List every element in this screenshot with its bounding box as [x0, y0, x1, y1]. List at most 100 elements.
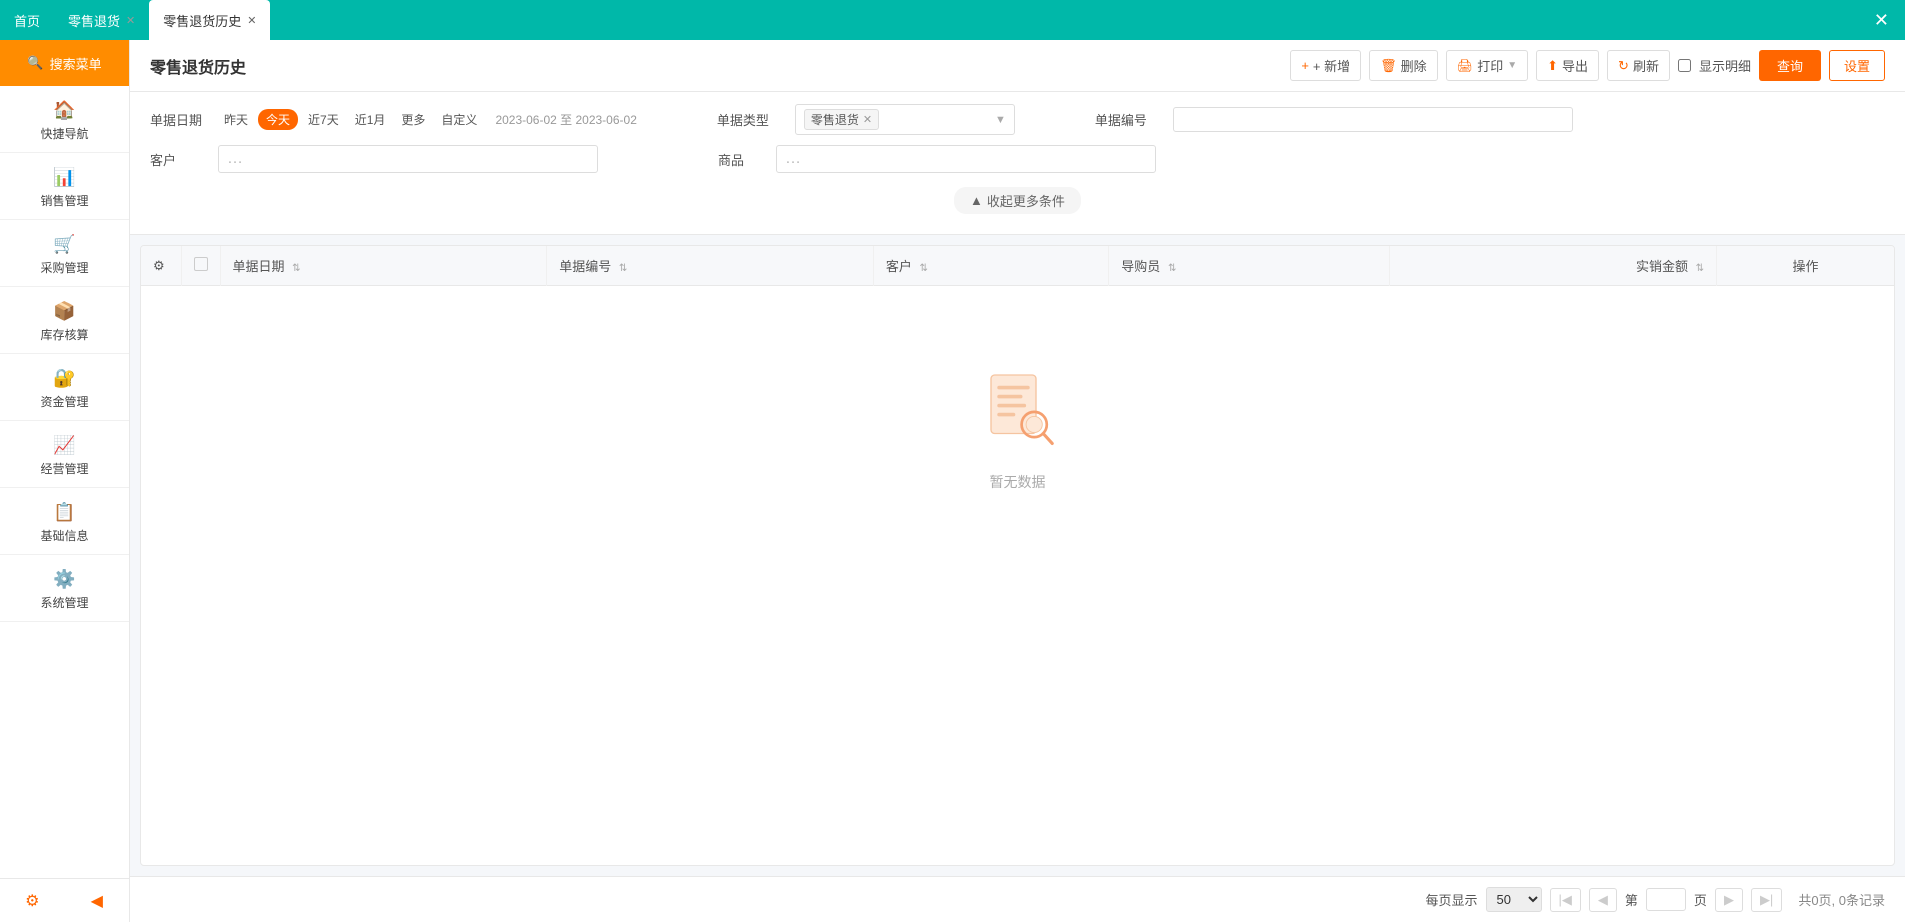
tab-retail-return-close[interactable]: ✕: [126, 14, 135, 27]
th-actual-amount-sort-icon: ⇅: [1696, 263, 1704, 274]
print-dropdown-icon: ▼: [1507, 60, 1517, 71]
tab-retail-return-history[interactable]: 零售退货历史 ✕: [149, 0, 270, 40]
print-icon: 🖨: [1457, 58, 1474, 74]
doc-number-input[interactable]: [1173, 107, 1573, 132]
top-bar: 首页 零售退货 ✕ 零售退货历史 ✕ ✕: [0, 0, 1905, 40]
th-guide-label: 导购员: [1121, 259, 1160, 274]
last-page-button[interactable]: ▶|: [1751, 888, 1782, 912]
th-operate: 操作: [1717, 246, 1894, 286]
tab-retail-return[interactable]: 零售退货 ✕: [54, 0, 149, 40]
sidebar-item-sales-mgmt[interactable]: 📊 销售管理: [0, 153, 129, 220]
query-button[interactable]: 查询: [1759, 50, 1821, 81]
sidebar-item-operation-mgmt[interactable]: 📈 经营管理: [0, 421, 129, 488]
date-filter-label: 单据日期: [150, 110, 210, 129]
prev-page-button[interactable]: ◀: [1589, 888, 1617, 912]
collapse-up-icon: ▲: [970, 193, 983, 208]
refresh-label: 刷新: [1633, 56, 1659, 75]
doc-type-select[interactable]: 零售退货 ✕ ▼: [795, 104, 1015, 135]
delete-label: 删除: [1401, 56, 1427, 75]
th-doc-number[interactable]: 单据编号 ⇅: [547, 246, 874, 286]
tab-retail-return-history-close[interactable]: ✕: [247, 14, 256, 27]
customer-filter-label: 客户: [150, 150, 210, 169]
th-doc-number-sort-icon: ⇅: [619, 263, 627, 274]
th-guide-sort-icon: ⇅: [1168, 263, 1176, 274]
print-label: 打印: [1477, 56, 1503, 75]
pagination-summary: 共0页, 0条记录: [1798, 890, 1885, 909]
collapse-button[interactable]: ▲ 收起更多条件: [954, 187, 1081, 214]
show-detail-checkbox[interactable]: [1678, 59, 1691, 72]
inventory-icon: 📦: [53, 301, 75, 322]
sidebar-collapse-button[interactable]: ◀: [65, 879, 130, 922]
customer-input[interactable]: …: [218, 145, 598, 173]
export-icon: ⬆: [1547, 58, 1558, 74]
operation-icon: 📈: [53, 435, 75, 456]
sidebar-item-inventory[interactable]: 📦 库存核算: [0, 287, 129, 354]
date-options: 昨天 今天 近7天 近1月 更多 自定义: [218, 109, 483, 130]
select-all-checkbox[interactable]: [194, 257, 208, 271]
date-opt-yesterday[interactable]: 昨天: [218, 109, 254, 130]
empty-text: 暂无数据: [990, 472, 1046, 492]
th-customer[interactable]: 客户 ⇅: [873, 246, 1108, 286]
filter-row-2: 客户 … 商品 …: [150, 145, 1885, 173]
date-opt-today[interactable]: 今天: [258, 109, 298, 130]
th-checkbox[interactable]: [181, 246, 220, 286]
sidebar-settings-button[interactable]: ⚙: [0, 879, 65, 922]
next-page-button[interactable]: ▶: [1715, 888, 1743, 912]
filter-row-1: 单据日期 昨天 今天 近7天 近1月 更多 自定义 2023-06-02 至 2…: [150, 104, 1885, 135]
th-actual-amount[interactable]: 实销金额 ⇅: [1390, 246, 1717, 286]
empty-illustration: [973, 366, 1063, 456]
export-label: 导出: [1562, 56, 1588, 75]
sidebar: 🔍 搜索菜单 🏠 快捷导航 📊 销售管理 🛒 采购管理 📦 库存核算 🔐 资金管…: [0, 40, 130, 922]
page-header: 零售退货历史 + + 新增 🗑 删除 🖨 打印 ▼ ⬆ 导出: [130, 40, 1905, 92]
table-body: 暂无数据: [141, 286, 1894, 553]
th-doc-number-label: 单据编号: [559, 259, 611, 274]
th-doc-date[interactable]: 单据日期 ⇅: [220, 246, 547, 286]
date-opt-last1m[interactable]: 近1月: [349, 109, 392, 130]
refresh-button[interactable]: ↻ 刷新: [1607, 50, 1670, 81]
sales-icon: 📊: [53, 167, 75, 188]
data-table: ⚙ 单据日期 ⇅ 单据编号 ⇅: [141, 246, 1894, 552]
setting-button[interactable]: 设置: [1829, 50, 1885, 81]
page-title: 零售退货历史: [150, 54, 246, 78]
basic-info-icon: 📋: [53, 502, 75, 523]
doc-type-tag-close[interactable]: ✕: [863, 113, 872, 126]
delete-button[interactable]: 🗑 删除: [1369, 50, 1438, 81]
purchase-icon: 🛒: [53, 234, 75, 255]
settings-icon[interactable]: ⚙: [153, 258, 165, 273]
per-page-label: 每页显示: [1426, 890, 1478, 909]
empty-state-cell: 暂无数据: [141, 286, 1894, 553]
new-button[interactable]: + + 新增: [1290, 50, 1361, 81]
sidebar-item-finance-mgmt[interactable]: 🔐 资金管理: [0, 354, 129, 421]
page-number-input[interactable]: 1: [1646, 888, 1686, 911]
print-button[interactable]: 🖨 打印 ▼: [1446, 50, 1528, 81]
goods-input[interactable]: …: [776, 145, 1156, 173]
sidebar-item-inventory-label: 库存核算: [40, 326, 88, 343]
per-page-select[interactable]: 20 50 100: [1486, 887, 1542, 912]
sidebar-search-button[interactable]: 🔍 搜索菜单: [0, 40, 129, 86]
date-opt-custom[interactable]: 自定义: [435, 109, 483, 130]
sidebar-item-basic-info[interactable]: 📋 基础信息: [0, 488, 129, 555]
sidebar-item-sales-mgmt-label: 销售管理: [40, 192, 88, 209]
sidebar-item-purchase-mgmt[interactable]: 🛒 采购管理: [0, 220, 129, 287]
sidebar-item-finance-mgmt-label: 资金管理: [40, 393, 88, 410]
tab-home-label: 首页: [14, 11, 40, 30]
window-close-button[interactable]: ✕: [1858, 10, 1905, 31]
empty-state: 暂无数据: [141, 286, 1894, 552]
new-label: + 新增: [1313, 56, 1350, 75]
export-button[interactable]: ⬆ 导出: [1536, 50, 1599, 81]
date-opt-more[interactable]: 更多: [395, 109, 431, 130]
th-operate-label: 操作: [1793, 259, 1819, 274]
sidebar-item-system-mgmt[interactable]: ⚙️ 系统管理: [0, 555, 129, 622]
search-icon: 🔍: [27, 55, 43, 71]
first-page-button[interactable]: |◀: [1550, 888, 1581, 912]
page-unit: 页: [1694, 890, 1707, 909]
page-label: 第: [1625, 890, 1638, 909]
sidebar-bottom: ⚙ ◀: [0, 878, 129, 922]
tab-home[interactable]: 首页: [0, 0, 54, 40]
refresh-icon: ↻: [1618, 58, 1629, 74]
show-detail-checkbox-wrap[interactable]: 显示明细: [1678, 56, 1751, 75]
th-guide[interactable]: 导购员 ⇅: [1109, 246, 1390, 286]
sidebar-item-quick-nav[interactable]: 🏠 快捷导航: [0, 86, 129, 153]
th-settings[interactable]: ⚙: [141, 246, 181, 286]
date-opt-last7[interactable]: 近7天: [302, 109, 345, 130]
